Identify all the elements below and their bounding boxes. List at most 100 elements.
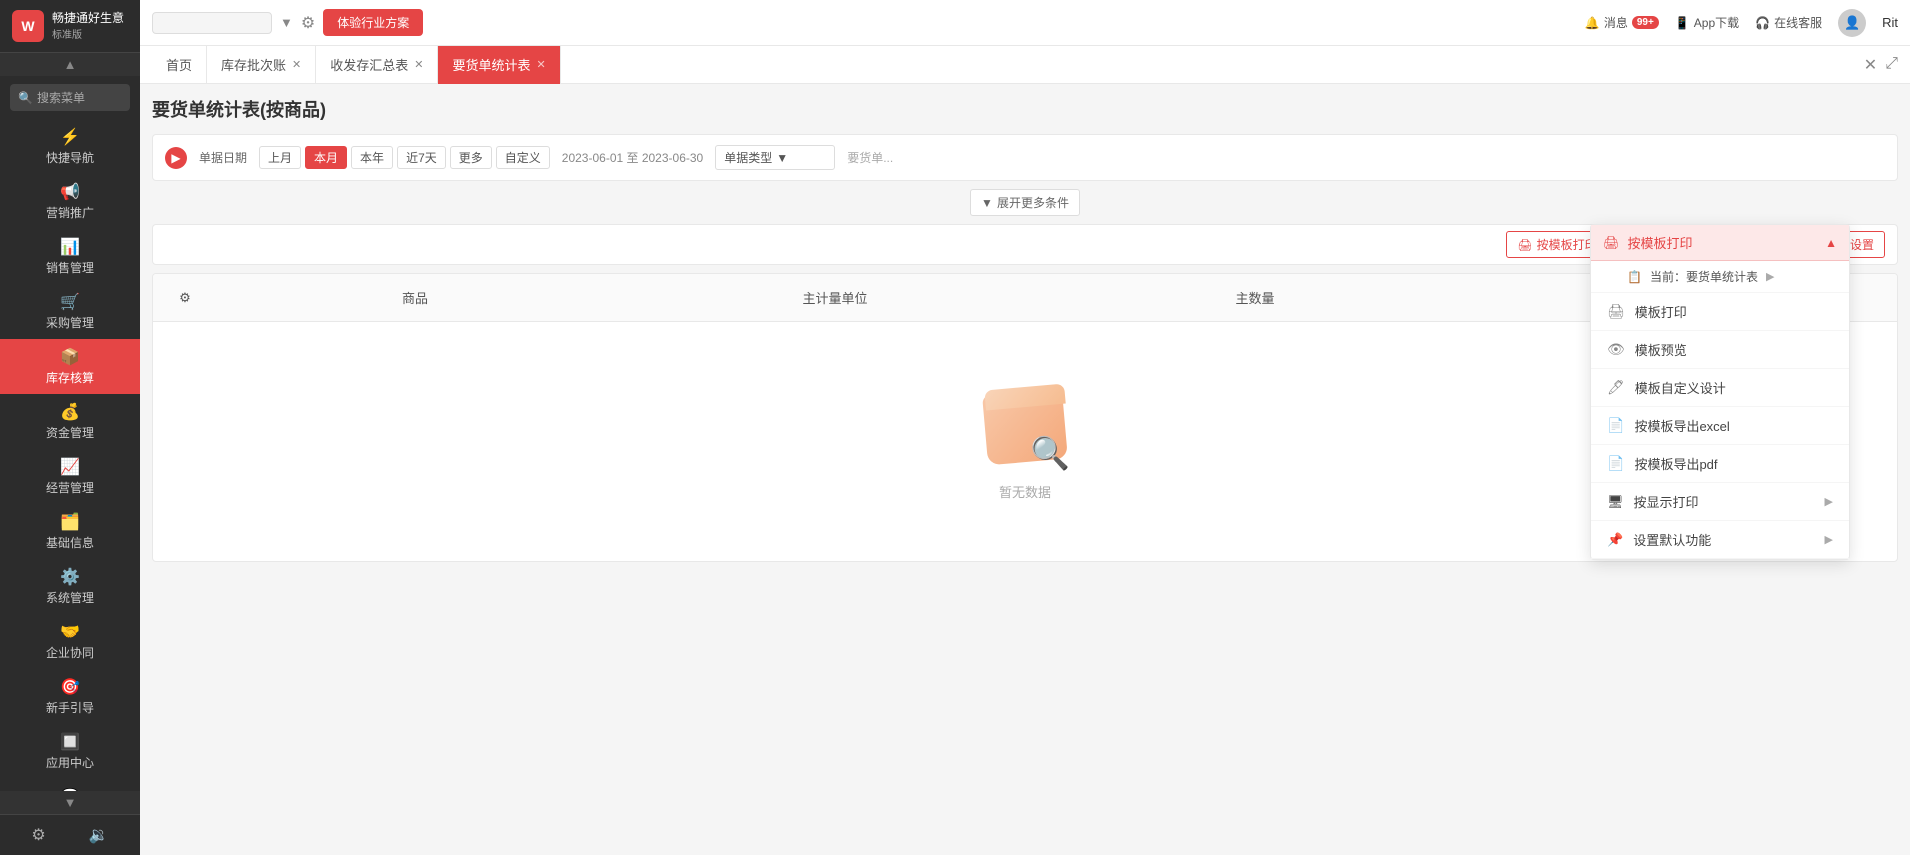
sidebar-item-finance[interactable]: 💰 资金管理 bbox=[0, 394, 140, 449]
phone-icon: 📱 bbox=[1675, 16, 1690, 30]
top-header: ▼ ⚙ 体验行业方案 🔔 消息 99+ 📱 App下载 🎧 在线客服 👤 Rit bbox=[140, 0, 1910, 46]
dropdown-item-template-preview[interactable]: 👁 模板预览 bbox=[1591, 331, 1849, 369]
breadcrumb-input[interactable] bbox=[152, 12, 272, 34]
header-dropdown-icon[interactable]: ▼ bbox=[280, 15, 293, 30]
th-product: 商品 bbox=[205, 282, 625, 313]
settings-bottom-icon[interactable]: ⚙ bbox=[31, 825, 45, 845]
tab-close-receive-send[interactable]: ✕ bbox=[414, 58, 423, 71]
sidebar-search[interactable]: 🔍 搜索菜单 bbox=[10, 84, 130, 111]
sidebar-item-marketing[interactable]: 📢 营销推广 bbox=[0, 174, 140, 229]
sidebar-bottom: ⚙ 🔉 bbox=[0, 814, 140, 855]
trial-button[interactable]: 体验行业方案 bbox=[323, 9, 423, 36]
avatar[interactable]: 👤 bbox=[1838, 9, 1866, 37]
dropdown-header[interactable]: 🖨 按模板打印 ▲ bbox=[1591, 225, 1849, 261]
sidebar-item-wechat[interactable]: 💬 企业微信 bbox=[0, 779, 140, 791]
sidebar-item-system[interactable]: ⚙️ 系统管理 bbox=[0, 559, 140, 614]
tab-receive-send[interactable]: 收发存汇总表 ✕ bbox=[316, 46, 438, 84]
header-gear-icon[interactable]: ⚙ bbox=[301, 13, 315, 33]
dropdown-item-export-pdf[interactable]: 📄 按模板导出pdf bbox=[1591, 445, 1849, 483]
close-window-icon[interactable]: ✕ bbox=[1864, 55, 1877, 75]
tab-window-buttons: ✕ ⤢ bbox=[1864, 55, 1898, 75]
tab-close-order-stat[interactable]: ✕ bbox=[537, 58, 546, 71]
dropdown-item-template-design[interactable]: 🖊 模板自定义设计 bbox=[1591, 369, 1849, 407]
app-edition-badge: 标准版 bbox=[52, 26, 124, 41]
tab-inventory-batch[interactable]: 库存批次账 ✕ bbox=[207, 46, 316, 84]
app-download-button[interactable]: 📱 App下载 bbox=[1675, 14, 1739, 31]
app-name: 畅捷通好生意 bbox=[52, 11, 124, 27]
dropdown-set-default[interactable]: 📌 设置默认功能 ▶ bbox=[1591, 521, 1849, 559]
speaker-icon[interactable]: 🔉 bbox=[89, 825, 109, 845]
order-type-dropdown-icon: ▼ bbox=[776, 151, 788, 165]
tab-home[interactable]: 首页 bbox=[152, 46, 207, 84]
printer-icon: 🖨 bbox=[1517, 238, 1532, 252]
cooperation-icon: 🤝 bbox=[60, 622, 80, 642]
dropdown-item-export-excel[interactable]: 📄 按模板导出excel bbox=[1591, 407, 1849, 445]
display-print-expand-icon: ▶ bbox=[1825, 495, 1833, 508]
date-label: 单据日期 bbox=[199, 149, 247, 166]
export-excel-icon: 📄 bbox=[1607, 417, 1624, 434]
current-template-item[interactable]: 📋 当前：要货单统计表 ▶ bbox=[1591, 261, 1849, 293]
sidebar-scroll-down[interactable]: ▼ bbox=[0, 791, 140, 814]
filter-expand-button[interactable]: ▶ bbox=[165, 147, 187, 169]
set-default-expand-icon: ▶ bbox=[1825, 533, 1833, 546]
date-btn-this-year[interactable]: 本年 bbox=[351, 146, 393, 169]
purchase-icon: 🛒 bbox=[60, 292, 80, 312]
page-content: 要货单统计表(按商品) ▶ 单据日期 上月 本月 本年 近7天 更多 自定义 2… bbox=[140, 84, 1910, 855]
basic-icon: 🗂️ bbox=[60, 512, 80, 532]
bell-icon: 🔔 bbox=[1585, 16, 1600, 30]
sidebar-item-apps[interactable]: 🔲 应用中心 bbox=[0, 724, 140, 779]
sales-icon: 📊 bbox=[60, 237, 80, 257]
sidebar: W 畅捷通好生意 标准版 ▲ 🔍 搜索菜单 ⚡ 快捷导航 📢 营销推广 📊 销售… bbox=[0, 0, 140, 855]
online-service-button[interactable]: 🎧 在线客服 bbox=[1755, 14, 1822, 31]
order-type-select[interactable]: 单据类型 ▼ bbox=[715, 145, 835, 170]
date-btn-last-month[interactable]: 上月 bbox=[259, 146, 301, 169]
apps-icon: 🔲 bbox=[60, 732, 80, 752]
sidebar-item-inventory[interactable]: 📦 库存核算 bbox=[0, 339, 140, 394]
messages-badge: 99+ bbox=[1632, 16, 1659, 29]
sidebar-item-operation[interactable]: 📈 经营管理 bbox=[0, 449, 140, 504]
date-btn-custom[interactable]: 自定义 bbox=[496, 146, 550, 169]
sidebar-scroll-up[interactable]: ▲ bbox=[0, 53, 140, 76]
date-btn-more[interactable]: 更多 bbox=[450, 146, 492, 169]
user-icon: 👤 bbox=[1844, 15, 1860, 31]
set-default-icon: 📌 bbox=[1607, 532, 1623, 548]
expand-more-button[interactable]: ▼ 展开更多条件 bbox=[970, 189, 1080, 216]
expand-chevron-icon: ▼ bbox=[981, 196, 993, 210]
inventory-icon: 📦 bbox=[60, 347, 80, 367]
empty-illustration: 🔍 bbox=[980, 382, 1070, 472]
headset-icon: 🎧 bbox=[1755, 16, 1770, 30]
tabs-bar: 首页 库存批次账 ✕ 收发存汇总表 ✕ 要货单统计表 ✕ ✕ ⤢ bbox=[140, 46, 1910, 84]
date-buttons: 上月 本月 本年 近7天 更多 自定义 bbox=[259, 146, 550, 169]
display-print-icon: 🖥 bbox=[1607, 494, 1624, 510]
guide-icon: 🎯 bbox=[60, 677, 80, 697]
sidebar-item-guide[interactable]: 🎯 新手引导 bbox=[0, 669, 140, 724]
date-btn-this-month[interactable]: 本月 bbox=[305, 146, 347, 169]
dropdown-header-left: 🖨 按模板打印 bbox=[1603, 233, 1693, 252]
sidebar-item-cooperation[interactable]: 🤝 企业协同 bbox=[0, 614, 140, 669]
tab-order-stat[interactable]: 要货单统计表 ✕ bbox=[438, 46, 560, 84]
maximize-window-icon[interactable]: ⤢ bbox=[1885, 55, 1898, 75]
dropdown-print-icon: 🖨 bbox=[1603, 235, 1620, 251]
sidebar-item-quick-nav[interactable]: ⚡ 快捷导航 bbox=[0, 119, 140, 174]
current-template-icon: 📋 bbox=[1627, 270, 1642, 284]
th-settings[interactable]: ⚙ bbox=[165, 284, 205, 312]
sidebar-item-purchase[interactable]: 🛒 采购管理 bbox=[0, 284, 140, 339]
marketing-icon: 📢 bbox=[60, 182, 80, 202]
filter-bar: ▶ 单据日期 上月 本月 本年 近7天 更多 自定义 2023-06-01 至 … bbox=[152, 134, 1898, 181]
tab-close-inventory-batch[interactable]: ✕ bbox=[292, 58, 301, 71]
quick-nav-icon: ⚡ bbox=[60, 127, 80, 147]
app-logo-icon: W bbox=[12, 10, 44, 42]
date-range-label: 2023-06-01 至 2023-06-30 bbox=[562, 149, 703, 166]
col-settings-icon: ⚙ bbox=[179, 290, 191, 305]
search-icon: 🔍 bbox=[18, 91, 33, 105]
dropdown-display-print[interactable]: 🖥 按显示打印 ▶ bbox=[1591, 483, 1849, 521]
header-right: 🔔 消息 99+ 📱 App下载 🎧 在线客服 👤 Rit bbox=[1585, 9, 1898, 37]
page-title: 要货单统计表(按商品) bbox=[152, 96, 1898, 122]
sidebar-item-basic[interactable]: 🗂️ 基础信息 bbox=[0, 504, 140, 559]
sidebar-item-sales[interactable]: 📊 销售管理 bbox=[0, 229, 140, 284]
dropdown-item-template-print[interactable]: 🖨 模板打印 bbox=[1591, 293, 1849, 331]
dropdown-chevron-up: ▲ bbox=[1825, 236, 1837, 250]
messages-button[interactable]: 🔔 消息 99+ bbox=[1585, 14, 1659, 31]
date-btn-7days[interactable]: 近7天 bbox=[397, 146, 446, 169]
finance-icon: 💰 bbox=[60, 402, 80, 422]
